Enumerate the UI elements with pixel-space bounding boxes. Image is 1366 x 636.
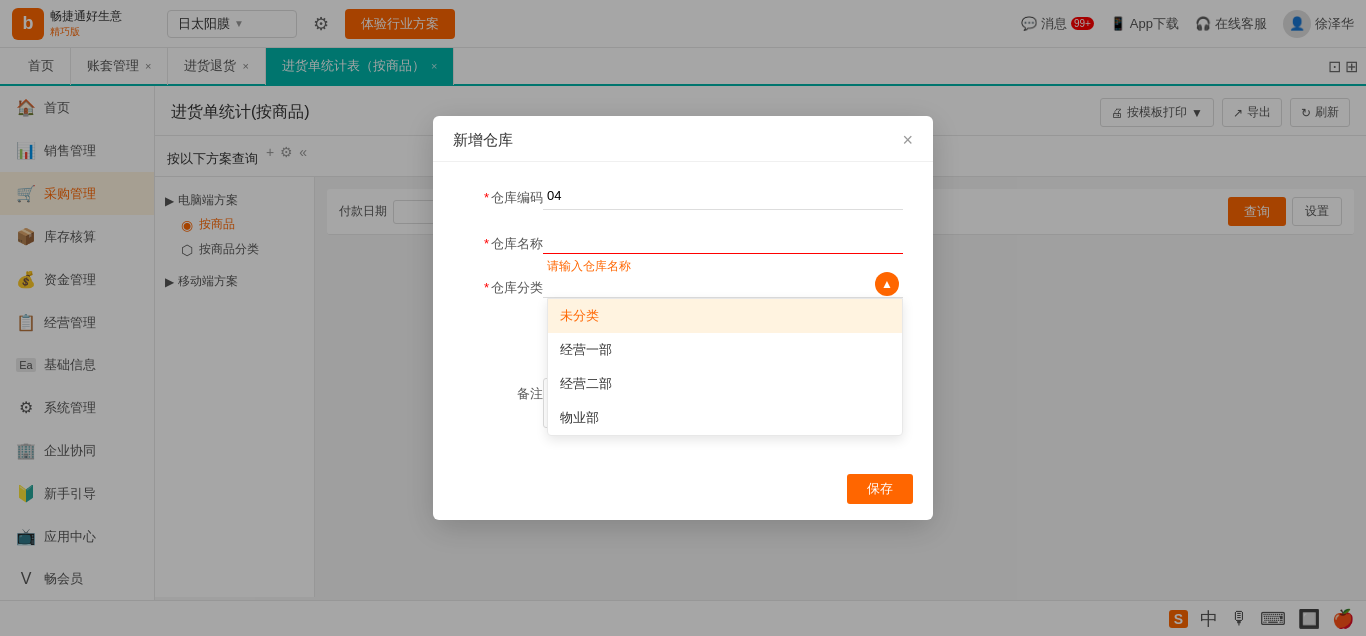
category-select-wrapper: ▲ bbox=[543, 270, 903, 298]
category-arrow-icon[interactable]: ▲ bbox=[875, 272, 899, 296]
code-label: 仓库编码 bbox=[463, 182, 543, 207]
form-row-name: 仓库名称 请输入仓库名称 bbox=[463, 226, 903, 254]
note-label: 备注 bbox=[463, 378, 543, 403]
dropdown-item-unclassified[interactable]: 未分类 bbox=[548, 299, 902, 333]
name-row-inner: 仓库名称 bbox=[463, 226, 903, 254]
form-row-code: 仓库编码 bbox=[463, 182, 903, 210]
name-input[interactable] bbox=[543, 226, 903, 254]
dropdown-item-dept3[interactable]: 物业部 bbox=[548, 401, 902, 435]
modal-header: 新增仓库 × bbox=[433, 116, 933, 162]
code-input[interactable] bbox=[543, 182, 903, 210]
modal-title: 新增仓库 bbox=[453, 131, 513, 150]
category-dropdown: 未分类 经营一部 经营二部 物业部 bbox=[547, 298, 903, 436]
category-label: 仓库分类 bbox=[463, 272, 543, 297]
modal-body: 仓库编码 仓库名称 请输入仓库名称 仓库分类 ▲ 未分类 经营一部 经营二部 物… bbox=[433, 162, 933, 464]
dropdown-item-dept1[interactable]: 经营一部 bbox=[548, 333, 902, 367]
modal-close-button[interactable]: × bbox=[902, 130, 913, 151]
dropdown-item-dept2[interactable]: 经营二部 bbox=[548, 367, 902, 401]
save-button[interactable]: 保存 bbox=[847, 474, 913, 504]
name-label: 仓库名称 bbox=[463, 228, 543, 253]
modal-footer: 保存 bbox=[433, 464, 933, 520]
form-row-category: 仓库分类 ▲ 未分类 经营一部 经营二部 物业部 bbox=[463, 270, 903, 298]
category-input[interactable] bbox=[543, 270, 903, 298]
add-warehouse-modal: 新增仓库 × 仓库编码 仓库名称 请输入仓库名称 仓库分类 ▲ 未分类 bbox=[433, 116, 933, 520]
